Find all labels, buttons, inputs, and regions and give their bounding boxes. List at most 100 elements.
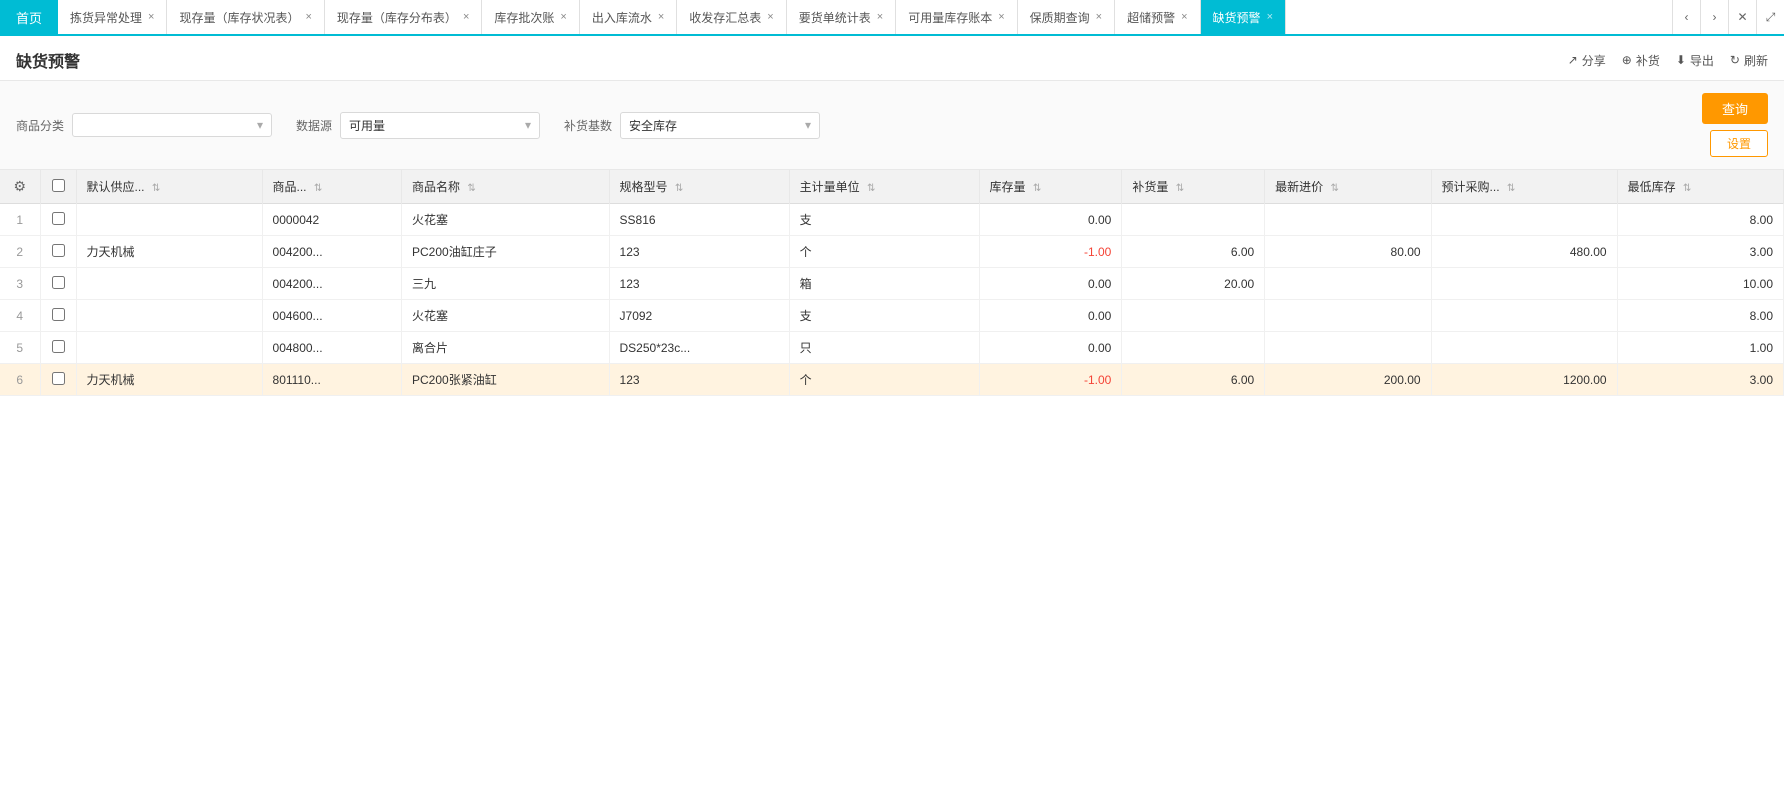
tab-receipt-summary[interactable]: 收发存汇总表 × — [677, 0, 786, 34]
select-all-checkbox[interactable] — [52, 179, 65, 192]
col-min-stock[interactable]: 最低库存 ⇅ — [1617, 170, 1783, 204]
tab-home[interactable]: 首页 — [0, 0, 58, 34]
row-latest-price: 80.00 — [1265, 236, 1431, 268]
filter-datasource-value: 可用量 — [349, 117, 385, 134]
table-row: 4 004600... 火花塞 J7092 支 0.00 8.00 — [0, 300, 1784, 332]
replenish-button[interactable]: ⊕ 补货 — [1622, 52, 1660, 69]
sort-icon: ⇅ — [1507, 183, 1515, 194]
tab-expand-button[interactable]: ⤢ — [1756, 0, 1784, 35]
share-icon: ↗ — [1568, 53, 1578, 67]
col-product-code[interactable]: 商品... ⇅ — [262, 170, 401, 204]
tab-available-ledger[interactable]: 可用量库存账本 × — [896, 0, 1017, 34]
row-latest-price — [1265, 332, 1431, 364]
settings-button[interactable]: 设置 — [1710, 130, 1768, 157]
row-checkbox-cell — [40, 204, 76, 236]
row-latest-price — [1265, 204, 1431, 236]
tab-close[interactable]: × — [305, 11, 311, 23]
replenish-icon: ⊕ — [1622, 53, 1632, 67]
filter-category-label: 商品分类 — [16, 117, 64, 134]
col-est-purchase[interactable]: 预计采购... ⇅ — [1431, 170, 1617, 204]
row-stock: 0.00 — [979, 300, 1122, 332]
filter-replenish-base-select[interactable]: 安全库存 ▾ — [620, 112, 820, 139]
row-unit: 只 — [789, 332, 979, 364]
tab-close[interactable]: × — [767, 11, 773, 23]
col-product-name[interactable]: 商品名称 ⇅ — [402, 170, 610, 204]
filter-replenish-base-label: 补货基数 — [564, 117, 612, 134]
row-supplier: 力天机械 — [76, 236, 262, 268]
row-number: 1 — [0, 204, 40, 236]
row-number: 6 — [0, 364, 40, 396]
tab-next-button[interactable]: › — [1700, 0, 1728, 35]
tab-close-all-button[interactable]: ✕ — [1728, 0, 1756, 35]
row-latest-price: 200.00 — [1265, 364, 1431, 396]
row-checkbox[interactable] — [52, 308, 65, 321]
filter-actions: 查询 设置 — [1702, 93, 1768, 157]
col-spec[interactable]: 规格型号 ⇅ — [609, 170, 789, 204]
sort-icon: ⇅ — [1033, 183, 1041, 194]
sort-icon: ⇅ — [314, 183, 322, 194]
table-header-row: ⚙ 默认供应... ⇅ 商品... ⇅ 商品名称 ⇅ — [0, 170, 1784, 204]
row-product-name: 三九 — [402, 268, 610, 300]
tab-expiry[interactable]: 保质期查询 × — [1018, 0, 1115, 34]
row-product-name: 火花塞 — [402, 300, 610, 332]
col-settings[interactable]: ⚙ — [0, 170, 40, 204]
refresh-button[interactable]: ↻ 刷新 — [1730, 52, 1768, 69]
tab-close[interactable]: × — [658, 11, 664, 23]
query-button[interactable]: 查询 — [1702, 93, 1768, 124]
tab-order-stats[interactable]: 要货单统计表 × — [787, 0, 896, 34]
row-number: 3 — [0, 268, 40, 300]
tab-close[interactable]: × — [560, 11, 566, 23]
row-checkbox[interactable] — [52, 212, 65, 225]
row-checkbox[interactable] — [52, 372, 65, 385]
export-button[interactable]: ⬇ 导出 — [1676, 52, 1714, 69]
table-body: 1 0000042 火花塞 SS816 支 0.00 8.00 2 力天机械 0… — [0, 204, 1784, 396]
tab-close[interactable]: × — [998, 11, 1004, 23]
tab-overstock[interactable]: 超储预警 × — [1115, 0, 1200, 34]
filter-datasource-label: 数据源 — [296, 117, 332, 134]
row-latest-price — [1265, 268, 1431, 300]
tab-close[interactable]: × — [1267, 11, 1273, 23]
row-supplier — [76, 332, 262, 364]
filter-datasource-select[interactable]: 可用量 ▾ — [340, 112, 540, 139]
row-product-name: 离合片 — [402, 332, 610, 364]
gear-icon[interactable]: ⚙ — [13, 178, 26, 194]
tab-close[interactable]: × — [148, 11, 154, 23]
row-supplier — [76, 204, 262, 236]
tab-close[interactable]: × — [1096, 11, 1102, 23]
row-supplier — [76, 268, 262, 300]
row-checkbox[interactable] — [52, 340, 65, 353]
row-spec: J7092 — [609, 300, 789, 332]
table-row: 3 004200... 三九 123 箱 0.00 20.00 10.00 — [0, 268, 1784, 300]
tab-shortage[interactable]: 缺货预警 × — [1201, 0, 1286, 34]
row-checkbox[interactable] — [52, 276, 65, 289]
filter-category-select[interactable]: ▾ — [72, 113, 272, 137]
row-stock: 0.00 — [979, 268, 1122, 300]
row-stock: 0.00 — [979, 204, 1122, 236]
chevron-down-icon: ▾ — [257, 118, 263, 132]
row-est-purchase: 1200.00 — [1431, 364, 1617, 396]
tab-inout-flow[interactable]: 出入库流水 × — [580, 0, 677, 34]
col-replenish-qty[interactable]: 补货量 ⇅ — [1122, 170, 1265, 204]
tab-close[interactable]: × — [877, 11, 883, 23]
row-checkbox-cell — [40, 364, 76, 396]
col-checkbox — [40, 170, 76, 204]
col-supplier[interactable]: 默认供应... ⇅ — [76, 170, 262, 204]
row-spec: 123 — [609, 364, 789, 396]
row-checkbox[interactable] — [52, 244, 65, 257]
row-number: 2 — [0, 236, 40, 268]
tab-inventory-status[interactable]: 现存量（库存状况表） × — [167, 0, 324, 34]
col-latest-price[interactable]: 最新进价 ⇅ — [1265, 170, 1431, 204]
row-checkbox-cell — [40, 268, 76, 300]
row-supplier: 力天机械 — [76, 364, 262, 396]
tab-batch-account[interactable]: 库存批次账 × — [482, 0, 579, 34]
tab-close[interactable]: × — [1181, 11, 1187, 23]
col-stock[interactable]: 库存量 ⇅ — [979, 170, 1122, 204]
tab-inventory-dist[interactable]: 现存量（库存分布表） × — [325, 0, 482, 34]
tab-prev-button[interactable]: ‹ — [1672, 0, 1700, 35]
share-button[interactable]: ↗ 分享 — [1568, 52, 1606, 69]
row-product-name: 火花塞 — [402, 204, 610, 236]
col-unit[interactable]: 主计量单位 ⇅ — [789, 170, 979, 204]
row-product-name: PC200张紧油缸 — [402, 364, 610, 396]
tab-exception[interactable]: 拣货异常处理 × — [58, 0, 167, 34]
tab-close[interactable]: × — [463, 11, 469, 23]
